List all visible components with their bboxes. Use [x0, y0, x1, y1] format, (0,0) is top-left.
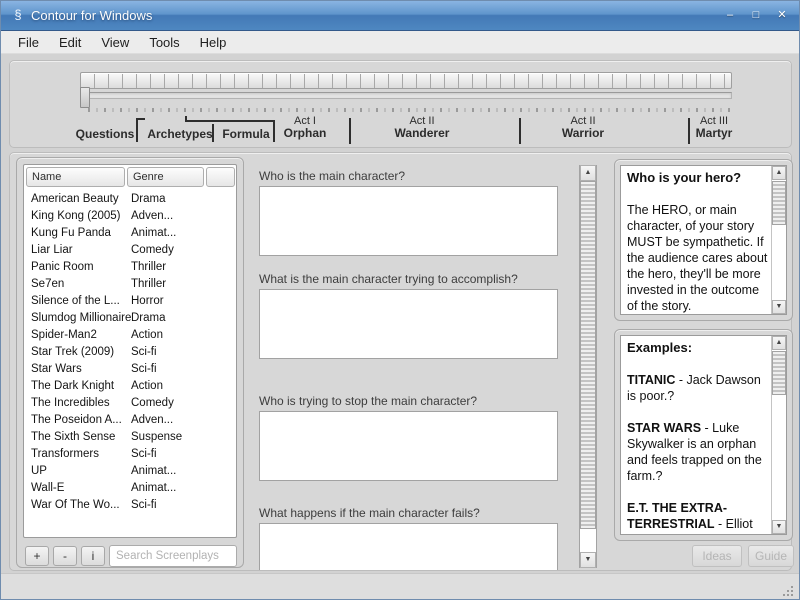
- questions-region: Who is the main character? What is the m…: [248, 155, 612, 570]
- menu-tools[interactable]: Tools: [140, 33, 188, 52]
- scrollbar-thumb[interactable]: [772, 181, 786, 225]
- timeline-segment-strip[interactable]: [80, 72, 732, 89]
- table-row[interactable]: War Of The Wo...Sci-fi: [24, 497, 236, 514]
- scroll-up-icon[interactable]: ▲: [580, 165, 596, 181]
- tab-archetypes[interactable]: Archetypes: [140, 127, 220, 141]
- screenplay-library: Name Genre American BeautyDrama King Kon…: [16, 157, 244, 568]
- question-label-4: What happens if the main character fails…: [259, 506, 480, 520]
- scroll-up-icon[interactable]: ▲: [772, 336, 786, 350]
- answer-main-character[interactable]: [259, 186, 558, 256]
- timeline-slider-thumb[interactable]: [80, 87, 90, 108]
- table-row[interactable]: The Poseidon A...Adven...: [24, 412, 236, 429]
- guide-button[interactable]: Guide: [748, 545, 794, 567]
- screenplay-list[interactable]: Name Genre American BeautyDrama King Kon…: [23, 164, 237, 538]
- table-row[interactable]: Se7enThriller: [24, 276, 236, 293]
- scrollbar-thumb[interactable]: [580, 181, 596, 529]
- tab-questions[interactable]: Questions: [62, 127, 148, 141]
- column-header-blank[interactable]: [206, 167, 235, 187]
- status-bar: [1, 573, 799, 600]
- window-controls: – □ ✕: [721, 8, 791, 24]
- examples-title: Examples:: [627, 340, 692, 355]
- timeline-slider-track[interactable]: [86, 92, 732, 99]
- column-header-genre[interactable]: Genre: [127, 167, 204, 187]
- act-2b-label[interactable]: Act II Warrior: [543, 115, 623, 140]
- table-row[interactable]: American BeautyDrama: [24, 191, 236, 208]
- scrollbar-thumb[interactable]: [772, 351, 786, 395]
- table-row[interactable]: Slumdog MillionaireDrama: [24, 310, 236, 327]
- window-title: Contour for Windows: [31, 1, 152, 30]
- example-entry: E.T. THE EXTRA-TERRESTRIAL - Elliot has …: [627, 500, 768, 535]
- examples-help-text: Examples: TITANIC - Jack Dawson is poor.…: [627, 340, 768, 535]
- table-row[interactable]: Kung Fu PandaAnimat...: [24, 225, 236, 242]
- resize-grip[interactable]: [791, 594, 793, 596]
- table-row[interactable]: Spider-Man2Action: [24, 327, 236, 344]
- hero-help-group: Who is your hero? The HERO, or main char…: [614, 159, 793, 321]
- hero-help-title: Who is your hero?: [627, 170, 741, 185]
- app-icon: §: [11, 7, 25, 23]
- example-entry: STAR WARS - Luke Skywalker is an orphan …: [627, 420, 768, 484]
- act-3-label[interactable]: Act III Martyr: [679, 115, 749, 140]
- table-row[interactable]: King Kong (2005)Adven...: [24, 208, 236, 225]
- title-bar: § Contour for Windows – □ ✕: [1, 1, 799, 31]
- question-label-3: Who is trying to stop the main character…: [259, 394, 477, 408]
- timeline-separator: [349, 118, 351, 144]
- act-1-label[interactable]: Act I Orphan: [270, 115, 340, 140]
- table-row[interactable]: The Sixth SenseSuspense: [24, 429, 236, 446]
- timeline-panel: Questions Archetypes Formula Act I Orpha…: [9, 60, 792, 148]
- answer-antagonist[interactable]: [259, 411, 558, 481]
- hero-help-body: The HERO, or main character, of your sto…: [627, 203, 767, 313]
- column-header-name[interactable]: Name: [26, 167, 125, 187]
- menu-view[interactable]: View: [92, 33, 138, 52]
- scroll-down-icon[interactable]: ▼: [772, 520, 786, 534]
- hero-help-text: Who is your hero? The HERO, or main char…: [627, 170, 768, 314]
- hero-help-box: Who is your hero? The HERO, or main char…: [620, 165, 787, 315]
- scroll-down-icon[interactable]: ▼: [580, 552, 596, 568]
- app-window: § Contour for Windows – □ ✕ File Edit Vi…: [0, 0, 800, 600]
- table-row[interactable]: Wall-EAnimat...: [24, 480, 236, 497]
- minimize-icon[interactable]: –: [721, 8, 739, 24]
- table-row[interactable]: Star WarsSci-fi: [24, 361, 236, 378]
- answer-accomplish[interactable]: [259, 289, 558, 359]
- table-row[interactable]: Star Trek (2009)Sci-fi: [24, 344, 236, 361]
- table-row[interactable]: Liar LiarComedy: [24, 242, 236, 259]
- maximize-icon[interactable]: □: [747, 8, 765, 24]
- ideas-button[interactable]: Ideas: [692, 545, 742, 567]
- answer-stakes[interactable]: [259, 523, 558, 570]
- menu-help[interactable]: Help: [191, 33, 236, 52]
- table-row[interactable]: Panic RoomThriller: [24, 259, 236, 276]
- timeline-separator: [519, 118, 521, 144]
- table-row[interactable]: TransformersSci-fi: [24, 446, 236, 463]
- search-input[interactable]: [109, 545, 237, 567]
- main-panel: Name Genre American BeautyDrama King Kon…: [9, 152, 792, 571]
- menu-file[interactable]: File: [9, 33, 48, 52]
- table-row[interactable]: UPAnimat...: [24, 463, 236, 480]
- screenplay-rows: American BeautyDrama King Kong (2005)Adv…: [24, 191, 236, 514]
- questions-scrollbar[interactable]: ▲ ▼: [579, 165, 597, 568]
- close-icon[interactable]: ✕: [773, 8, 791, 24]
- tab-formula[interactable]: Formula: [216, 127, 276, 141]
- scroll-up-icon[interactable]: ▲: [772, 166, 786, 180]
- table-row[interactable]: The IncrediblesComedy: [24, 395, 236, 412]
- info-button[interactable]: i: [81, 546, 105, 566]
- example-entry: TITANIC - Jack Dawson is poor.?: [627, 372, 768, 404]
- scroll-down-icon[interactable]: ▼: [772, 300, 786, 314]
- menu-edit[interactable]: Edit: [50, 33, 90, 52]
- hero-scrollbar[interactable]: ▲ ▼: [771, 166, 786, 314]
- examples-help-box: Examples: TITANIC - Jack Dawson is poor.…: [620, 335, 787, 535]
- remove-screenplay-button[interactable]: -: [53, 546, 77, 566]
- examples-help-group: Examples: TITANIC - Jack Dawson is poor.…: [614, 329, 793, 541]
- question-label-2: What is the main character trying to acc…: [259, 272, 518, 286]
- menu-bar: File Edit View Tools Help: [1, 31, 799, 54]
- examples-scrollbar[interactable]: ▲ ▼: [771, 336, 786, 534]
- question-label-1: Who is the main character?: [259, 169, 405, 183]
- act-2a-label[interactable]: Act II Wanderer: [382, 115, 462, 140]
- table-row[interactable]: The Dark KnightAction: [24, 378, 236, 395]
- timeline-ticks: [88, 108, 734, 112]
- add-screenplay-button[interactable]: +: [25, 546, 49, 566]
- table-row[interactable]: Silence of the L...Horror: [24, 293, 236, 310]
- timeline-separator: [212, 124, 214, 142]
